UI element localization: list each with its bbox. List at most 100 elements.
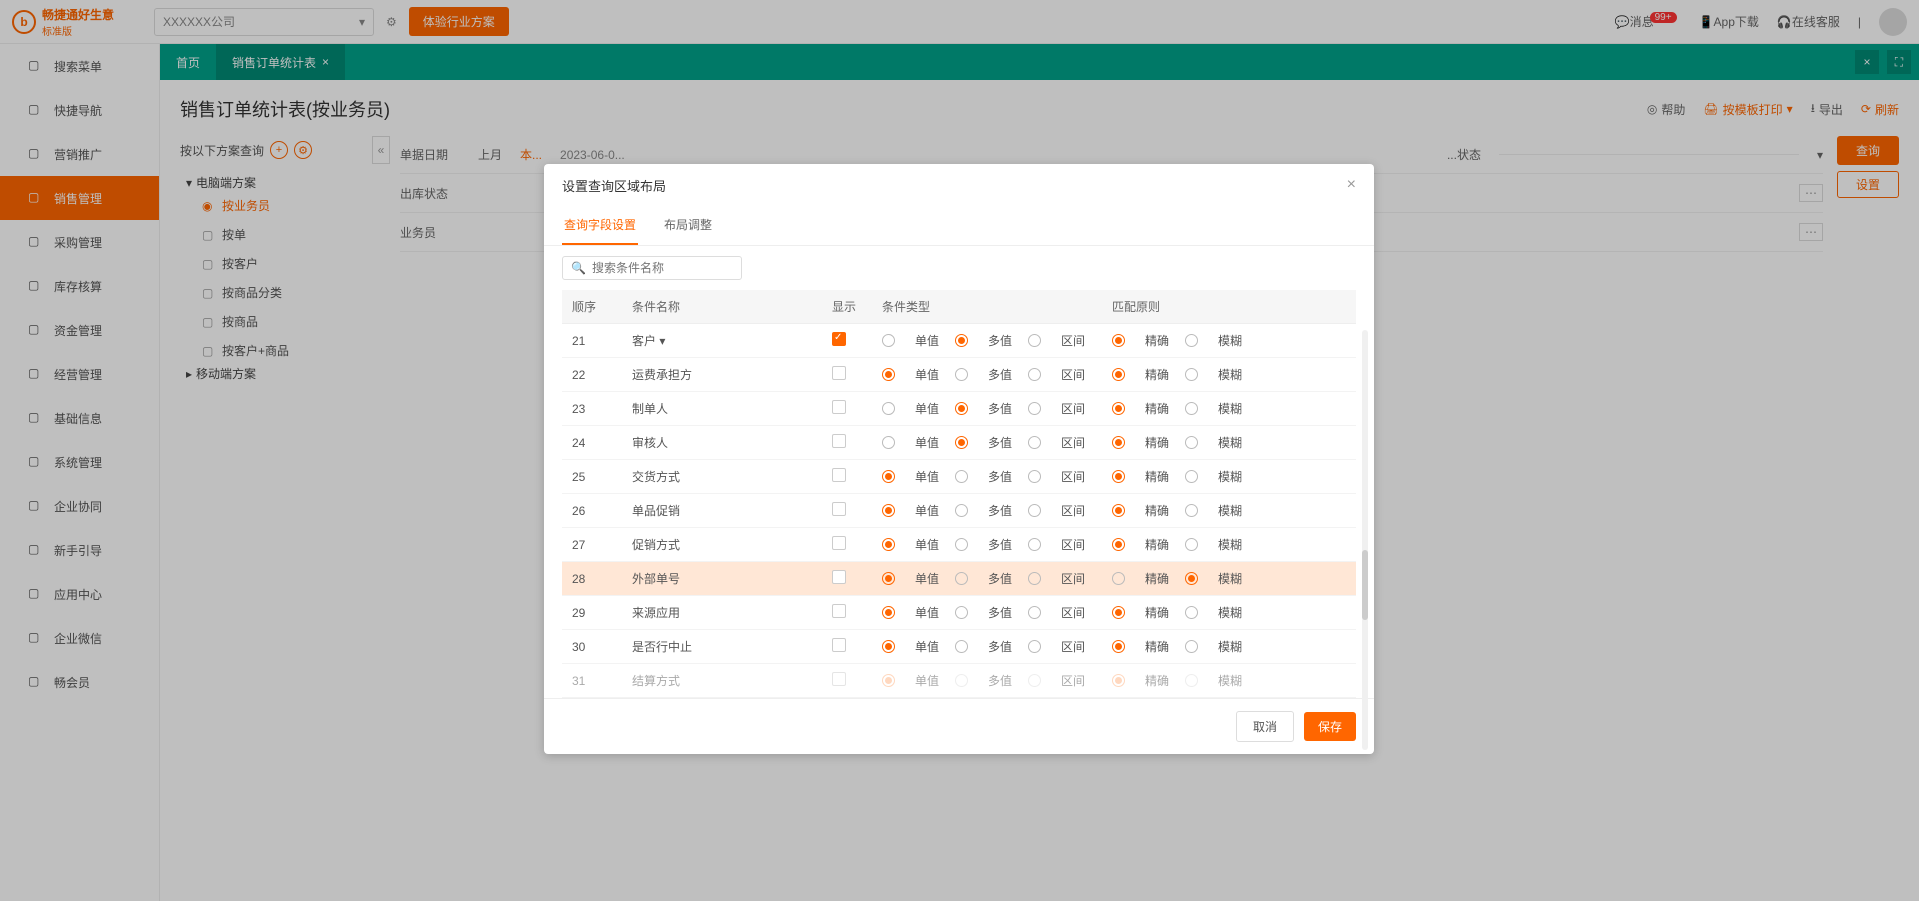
radio[interactable] [1185, 402, 1198, 415]
radio[interactable] [1185, 436, 1198, 449]
radio[interactable] [955, 674, 968, 687]
radio[interactable] [955, 640, 968, 653]
radio[interactable] [1112, 640, 1125, 653]
cell-name: 单品促销 [622, 494, 822, 528]
radio[interactable] [955, 402, 968, 415]
radio[interactable] [1112, 572, 1125, 585]
radio[interactable] [882, 640, 895, 653]
table-scrollbar[interactable] [1362, 330, 1368, 750]
radio[interactable] [955, 504, 968, 517]
radio[interactable] [882, 674, 895, 687]
cell-name: 是否行中止 [622, 630, 822, 664]
radio[interactable] [1028, 674, 1041, 687]
show-checkbox[interactable] [832, 400, 846, 414]
cancel-button[interactable]: 取消 [1236, 711, 1294, 742]
radio[interactable] [1112, 436, 1125, 449]
radio[interactable] [955, 572, 968, 585]
radio[interactable] [1185, 572, 1198, 585]
match-radio-group: 精确模糊 [1112, 366, 1346, 383]
match-radio-group: 精确模糊 [1112, 468, 1346, 485]
radio[interactable] [1028, 606, 1041, 619]
cell-index: 22 [562, 358, 622, 392]
show-checkbox[interactable] [832, 502, 846, 516]
type-radio-group: 单值多值区间 [882, 502, 1092, 519]
radio[interactable] [1028, 572, 1041, 585]
radio[interactable] [1028, 504, 1041, 517]
radio[interactable] [1028, 334, 1041, 347]
radio[interactable] [1112, 504, 1125, 517]
radio[interactable] [1112, 470, 1125, 483]
radio[interactable] [1112, 334, 1125, 347]
table-row: 21客户 ▾单值多值区间精确模糊 [562, 324, 1356, 358]
show-checkbox[interactable] [832, 604, 846, 618]
radio[interactable] [955, 470, 968, 483]
modal-tab-fields[interactable]: 查询字段设置 [562, 206, 638, 245]
radio[interactable] [955, 606, 968, 619]
search-input[interactable] [592, 261, 732, 275]
radio[interactable] [1028, 538, 1041, 551]
cell-name: 审核人 [622, 426, 822, 460]
radio[interactable] [882, 402, 895, 415]
radio[interactable] [1028, 640, 1041, 653]
radio[interactable] [882, 334, 895, 347]
show-checkbox[interactable] [832, 536, 846, 550]
radio[interactable] [955, 368, 968, 381]
show-checkbox[interactable] [832, 672, 846, 686]
type-radio-group: 单值多值区间 [882, 332, 1092, 349]
cell-index: 31 [562, 664, 622, 698]
cell-name: 促销方式 [622, 528, 822, 562]
radio[interactable] [1112, 368, 1125, 381]
radio[interactable] [1112, 606, 1125, 619]
radio[interactable] [1185, 674, 1198, 687]
radio[interactable] [1028, 368, 1041, 381]
radio[interactable] [1185, 504, 1198, 517]
conditions-table: 顺序 条件名称 显示 条件类型 匹配原则 21客户 ▾单值多值区间精确模糊22运… [562, 290, 1356, 698]
modal-tab-layout[interactable]: 布局调整 [662, 206, 714, 245]
chevron-down-icon[interactable]: ▾ [659, 334, 665, 348]
modal-title: 设置查询区域布局 [562, 176, 666, 195]
radio[interactable] [955, 538, 968, 551]
radio[interactable] [1112, 402, 1125, 415]
radio[interactable] [1112, 674, 1125, 687]
radio[interactable] [1185, 470, 1198, 483]
table-row: 24审核人单值多值区间精确模糊 [562, 426, 1356, 460]
show-checkbox[interactable] [832, 366, 846, 380]
radio[interactable] [1028, 436, 1041, 449]
match-radio-group: 精确模糊 [1112, 400, 1346, 417]
scrollbar-thumb[interactable] [1362, 550, 1368, 620]
radio[interactable] [1028, 470, 1041, 483]
show-checkbox[interactable] [832, 434, 846, 448]
radio[interactable] [882, 538, 895, 551]
table-row: 29来源应用单值多值区间精确模糊 [562, 596, 1356, 630]
table-row: 27促销方式单值多值区间精确模糊 [562, 528, 1356, 562]
radio[interactable] [882, 436, 895, 449]
radio[interactable] [1028, 402, 1041, 415]
match-radio-group: 精确模糊 [1112, 434, 1346, 451]
radio[interactable] [1185, 334, 1198, 347]
type-radio-group: 单值多值区间 [882, 468, 1092, 485]
match-radio-group: 精确模糊 [1112, 604, 1346, 621]
show-checkbox[interactable] [832, 638, 846, 652]
save-button[interactable]: 保存 [1304, 712, 1356, 741]
radio[interactable] [882, 470, 895, 483]
radio[interactable] [882, 504, 895, 517]
radio[interactable] [882, 572, 895, 585]
radio[interactable] [882, 368, 895, 381]
type-radio-group: 单值多值区间 [882, 400, 1092, 417]
show-checkbox[interactable] [832, 468, 846, 482]
radio[interactable] [955, 436, 968, 449]
query-layout-modal: 设置查询区域布局 × 查询字段设置 布局调整 🔍 顺序 条件名称 显示 条件类型… [544, 164, 1374, 754]
close-icon[interactable]: × [1347, 176, 1356, 194]
radio[interactable] [1185, 640, 1198, 653]
cell-index: 27 [562, 528, 622, 562]
show-checkbox[interactable] [832, 332, 846, 346]
cell-name: 客户 ▾ [622, 324, 822, 358]
radio[interactable] [955, 334, 968, 347]
condition-search[interactable]: 🔍 [562, 256, 742, 280]
radio[interactable] [882, 606, 895, 619]
radio[interactable] [1185, 368, 1198, 381]
show-checkbox[interactable] [832, 570, 846, 584]
radio[interactable] [1112, 538, 1125, 551]
radio[interactable] [1185, 606, 1198, 619]
radio[interactable] [1185, 538, 1198, 551]
